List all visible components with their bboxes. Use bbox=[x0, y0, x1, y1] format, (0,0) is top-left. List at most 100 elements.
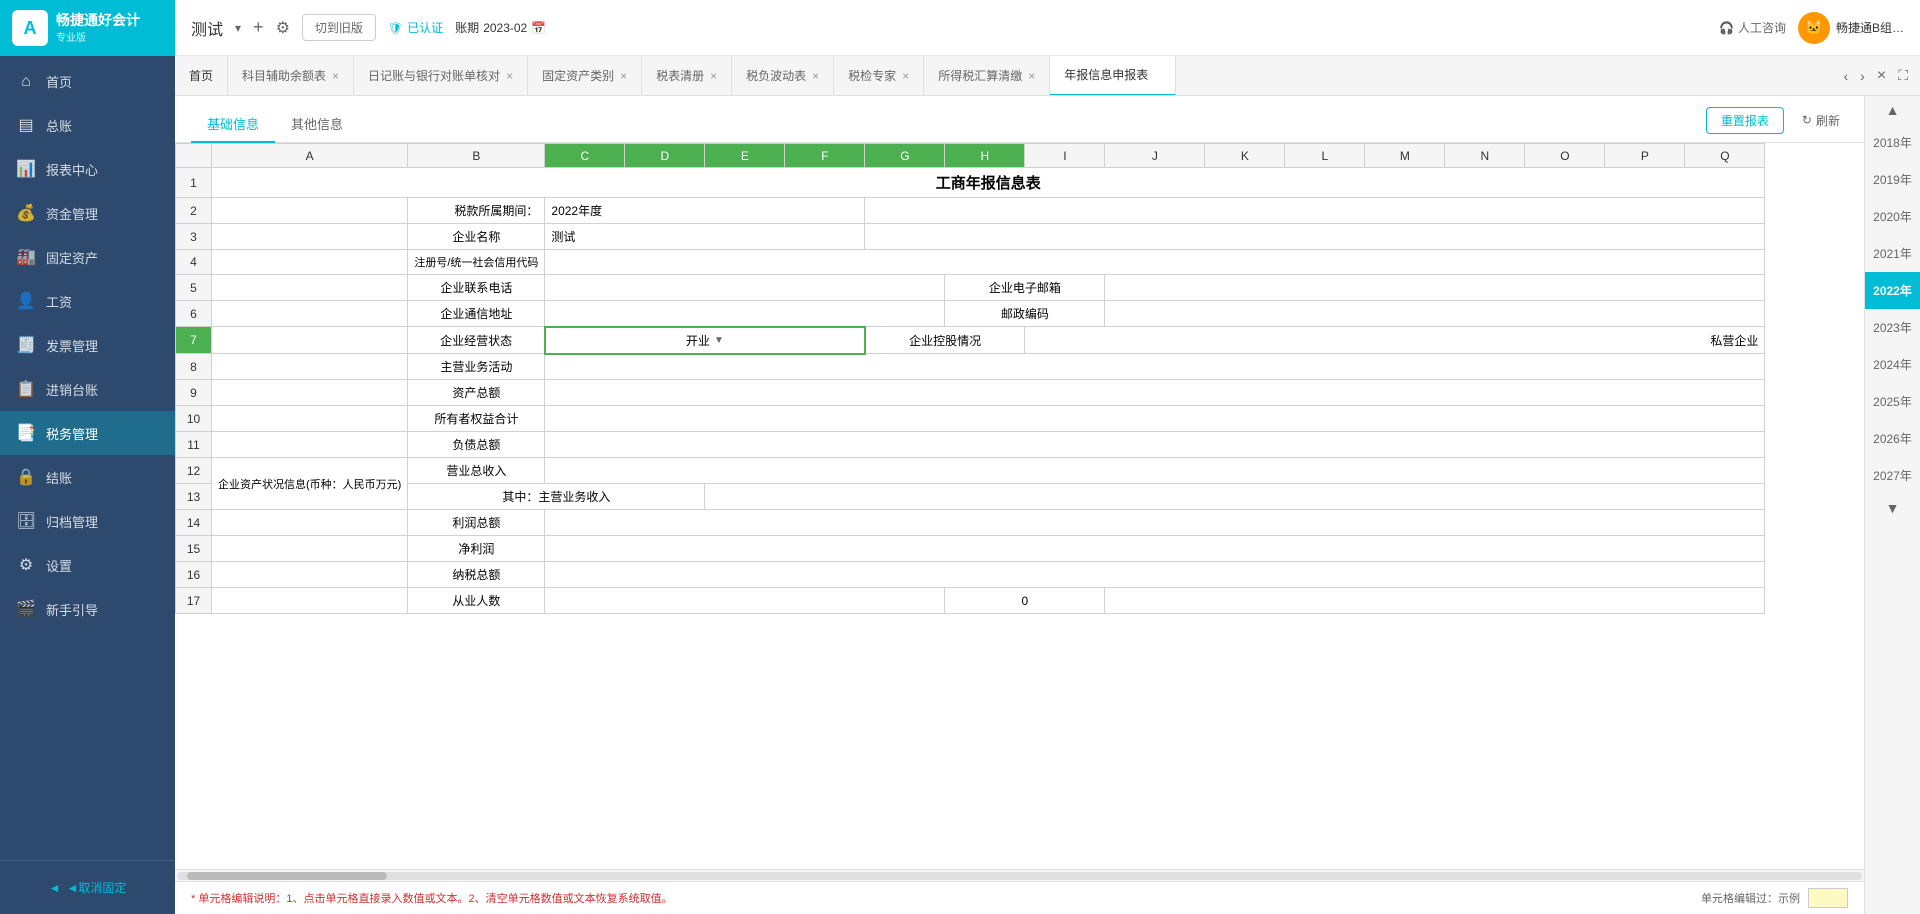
sidebar-item-tax[interactable]: 📑 税务管理 bbox=[0, 411, 175, 455]
cell-16-rest[interactable] bbox=[545, 562, 1765, 588]
tab-fixed-asset-type[interactable]: 固定资产类别 × bbox=[528, 56, 642, 96]
cell-8-rest[interactable] bbox=[545, 354, 1765, 380]
scrollbar-thumb[interactable] bbox=[187, 872, 387, 880]
col-header-l[interactable]: L bbox=[1285, 144, 1365, 168]
topbar-dropdown-btn[interactable]: ▾ bbox=[235, 21, 241, 35]
tab-tax-table-close[interactable]: × bbox=[710, 69, 717, 83]
topbar-add-btn[interactable]: + bbox=[253, 17, 264, 38]
cell-6-c[interactable] bbox=[545, 301, 945, 327]
cell-17-j[interactable]: 0 bbox=[945, 588, 1105, 614]
cell-16-a[interactable] bbox=[212, 562, 408, 588]
cell-12-rest[interactable] bbox=[545, 458, 1765, 484]
topbar-settings-btn[interactable]: ⚙ bbox=[276, 18, 290, 38]
tab-aux-close[interactable]: × bbox=[332, 69, 339, 83]
cell-6-rest[interactable] bbox=[1105, 301, 1765, 327]
col-header-o[interactable]: O bbox=[1525, 144, 1605, 168]
tab-tax-table[interactable]: 税表清册 × bbox=[642, 56, 732, 96]
col-header-q[interactable]: Q bbox=[1685, 144, 1765, 168]
cell-2-c[interactable]: 2022年度 bbox=[545, 198, 865, 224]
cell-3-c[interactable]: 测试 bbox=[545, 224, 865, 250]
cell-3-a[interactable] bbox=[212, 224, 408, 250]
reset-report-button[interactable]: 重置报表 bbox=[1706, 107, 1784, 134]
cell-17-a[interactable] bbox=[212, 588, 408, 614]
cell-14-rest[interactable] bbox=[545, 510, 1765, 536]
cell-2-b[interactable]: 税款所属期间： bbox=[408, 198, 545, 224]
sidebar-pin-button[interactable]: ◄ ◄取消固定 bbox=[0, 869, 175, 906]
cell-14-b[interactable]: 利润总额 bbox=[408, 510, 545, 536]
cell-12-b[interactable]: 营业总收入 bbox=[408, 458, 545, 484]
cell-10-a[interactable] bbox=[212, 406, 408, 432]
refresh-button[interactable]: ↻ 刷新 bbox=[1794, 107, 1848, 134]
tab-tax-wave-close[interactable]: × bbox=[812, 69, 819, 83]
tab-journal[interactable]: 日记账与银行对账单核对 × bbox=[354, 56, 528, 96]
cell-5-rest[interactable] bbox=[1105, 275, 1765, 301]
tab-fixed-asset-type-close[interactable]: × bbox=[620, 69, 627, 83]
customer-service-button[interactable]: 🎧 人工咨询 bbox=[1719, 19, 1786, 36]
year-item-2019[interactable]: 2019年 bbox=[1865, 161, 1920, 198]
cell-3-rest[interactable] bbox=[865, 224, 1765, 250]
sidebar-item-fixed-asset[interactable]: 🏭 固定资产 bbox=[0, 235, 175, 279]
cell-9-a[interactable] bbox=[212, 380, 408, 406]
user-profile-button[interactable]: 🐱 畅捷通B组… bbox=[1798, 12, 1904, 44]
tab-home[interactable]: 首页 bbox=[175, 56, 228, 96]
col-header-c[interactable]: C bbox=[545, 144, 625, 168]
sidebar-item-home[interactable]: ⌂ 首页 bbox=[0, 60, 175, 103]
year-item-2022[interactable]: 2022年 bbox=[1865, 272, 1920, 309]
year-item-2023[interactable]: 2023年 bbox=[1865, 309, 1920, 346]
year-item-2021[interactable]: 2021年 bbox=[1865, 235, 1920, 272]
cell-5-c[interactable] bbox=[545, 275, 945, 301]
cell-9-rest[interactable] bbox=[545, 380, 1765, 406]
tab-tax-expert[interactable]: 税检专家 × bbox=[834, 56, 924, 96]
tabs-close-btn[interactable]: × bbox=[1873, 63, 1890, 89]
cell-2-rest[interactable] bbox=[865, 198, 1765, 224]
cell-3-b[interactable]: 企业名称 bbox=[408, 224, 545, 250]
cell-15-a[interactable] bbox=[212, 536, 408, 562]
cell-7-j[interactable]: 企业控股情况 bbox=[865, 327, 1025, 354]
sub-tab-basic[interactable]: 基础信息 bbox=[191, 106, 275, 143]
year-item-2024[interactable]: 2024年 bbox=[1865, 346, 1920, 383]
col-header-g[interactable]: G bbox=[865, 144, 945, 168]
tab-aux[interactable]: 科目辅助余额表 × bbox=[228, 56, 354, 96]
cell-6-b[interactable]: 企业通信地址 bbox=[408, 301, 545, 327]
year-item-2020[interactable]: 2020年 bbox=[1865, 198, 1920, 235]
cell-7-dropdown[interactable]: 开业 ▼ bbox=[545, 327, 865, 354]
sidebar-item-close[interactable]: 🔒 结账 bbox=[0, 455, 175, 499]
year-item-2018[interactable]: 2018年 bbox=[1865, 124, 1920, 161]
col-header-k[interactable]: K bbox=[1205, 144, 1285, 168]
sidebar-item-salary[interactable]: 👤 工资 bbox=[0, 279, 175, 323]
cell-14-a[interactable] bbox=[212, 510, 408, 536]
col-header-f[interactable]: F bbox=[785, 144, 865, 168]
sub-tab-other[interactable]: 其他信息 bbox=[275, 106, 359, 143]
cell-10-b[interactable]: 所有者权益合计 bbox=[408, 406, 545, 432]
calendar-icon[interactable]: 📅 bbox=[531, 21, 546, 35]
cell-5-j[interactable]: 企业电子邮箱 bbox=[945, 275, 1105, 301]
col-header-b[interactable]: B bbox=[408, 144, 545, 168]
tabs-expand-btn[interactable]: ⛶ bbox=[1894, 63, 1912, 88]
cell-15-b[interactable]: 净利润 bbox=[408, 536, 545, 562]
cell-7-a[interactable] bbox=[212, 327, 408, 354]
sidebar-item-settings[interactable]: ⚙ 设置 bbox=[0, 543, 175, 587]
cell-17-c[interactable] bbox=[545, 588, 945, 614]
tab-tax-wave[interactable]: 税负波动表 × bbox=[732, 56, 834, 96]
cell-13-b[interactable]: 其中：主营业务收入 bbox=[408, 484, 705, 510]
col-header-d[interactable]: D bbox=[625, 144, 705, 168]
cell-16-b[interactable]: 纳税总额 bbox=[408, 562, 545, 588]
cell-17-b[interactable]: 从业人数 bbox=[408, 588, 545, 614]
tab-annual-report[interactable]: 年报信息申报表 × bbox=[1050, 56, 1176, 96]
cell-5-b[interactable]: 企业联系电话 bbox=[408, 275, 545, 301]
year-item-2026[interactable]: 2026年 bbox=[1865, 420, 1920, 457]
cell-8-b[interactable]: 主营业务活动 bbox=[408, 354, 545, 380]
sidebar-item-purchase-sale[interactable]: 📋 进销台账 bbox=[0, 367, 175, 411]
cell-2-a[interactable] bbox=[212, 198, 408, 224]
cell-7-k[interactable]: 私营企业 bbox=[1025, 327, 1765, 354]
cell-11-b[interactable]: 负债总额 bbox=[408, 432, 545, 458]
cell-7-b[interactable]: 企业经营状态 bbox=[408, 327, 545, 354]
tabs-next-btn[interactable]: › bbox=[1856, 64, 1869, 88]
cell-17-rest[interactable] bbox=[1105, 588, 1765, 614]
col-header-h[interactable]: H bbox=[945, 144, 1025, 168]
tab-tax-expert-close[interactable]: × bbox=[902, 69, 909, 83]
col-header-e[interactable]: E bbox=[705, 144, 785, 168]
sidebar-item-fund[interactable]: 💰 资金管理 bbox=[0, 191, 175, 235]
sidebar-item-archive[interactable]: 🗄 归档管理 bbox=[0, 499, 175, 543]
sidebar-item-report[interactable]: 📊 报表中心 bbox=[0, 147, 175, 191]
